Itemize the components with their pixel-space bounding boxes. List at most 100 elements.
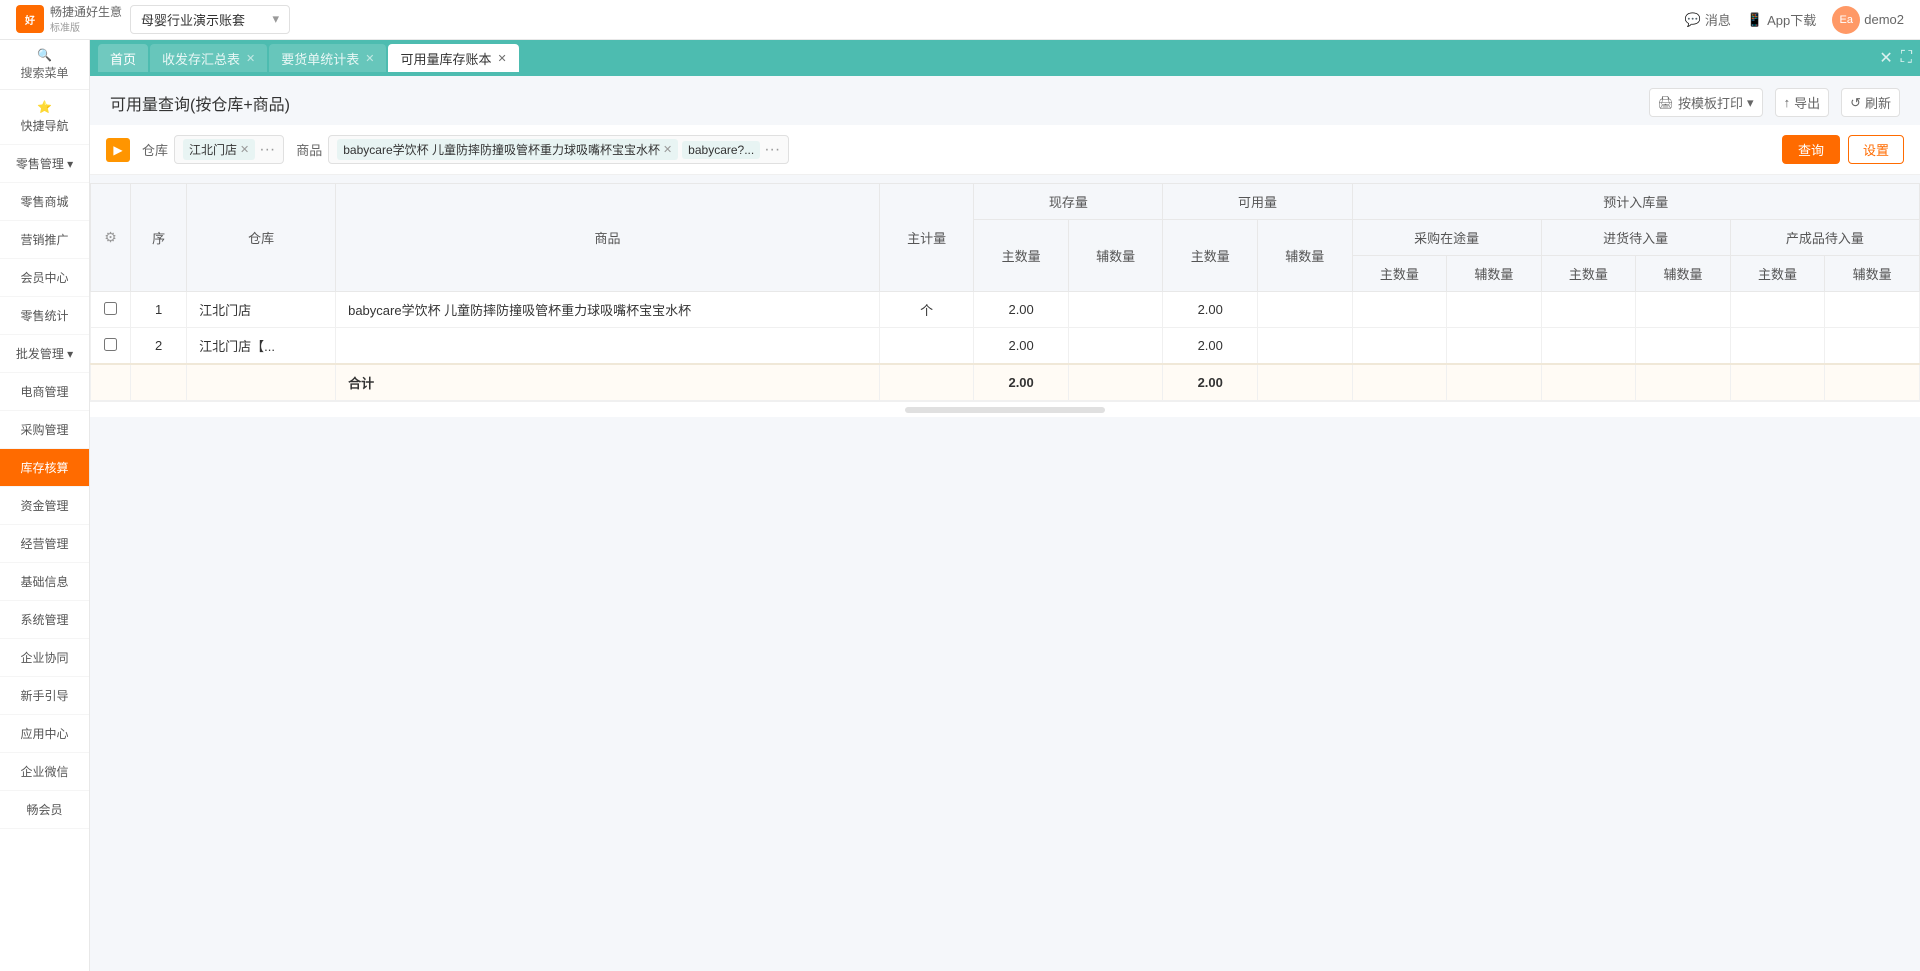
sidebar-item-inventory[interactable]: 库存核算 bbox=[0, 449, 89, 487]
sidebar-item-retail-stats[interactable]: 零售统计 bbox=[0, 297, 89, 335]
tab-bar: 首页 收发存汇总表 ✕ 要货单统计表 ✕ 可用量库存账本 ✕ ✕ ⛶ bbox=[90, 40, 1920, 76]
chevron-down-icon: ▾ bbox=[272, 11, 279, 27]
gear-icon[interactable]: ⚙ bbox=[104, 229, 117, 245]
tab-fullscreen-btn[interactable]: ⛶ bbox=[1901, 49, 1912, 67]
tab-home[interactable]: 首页 bbox=[98, 44, 148, 72]
export-label: 导出 bbox=[1794, 93, 1820, 112]
tab-bar-right: ✕ ⛶ bbox=[1879, 48, 1912, 68]
message-btn[interactable]: 💬 消息 bbox=[1685, 10, 1731, 29]
cell-purchase-transit-aux bbox=[1447, 328, 1542, 365]
sidebar-item-quick-nav[interactable]: ⭐ 快捷导航 bbox=[0, 90, 89, 145]
user-area[interactable]: Ea demo2 bbox=[1832, 6, 1904, 34]
basic-info-label: 基础信息 bbox=[20, 573, 68, 590]
summary-stock-main: 2.00 bbox=[974, 364, 1069, 401]
retail-mall-label: 零售商城 bbox=[20, 193, 68, 210]
cell-check[interactable] bbox=[91, 292, 131, 328]
user-name: demo2 bbox=[1864, 12, 1904, 27]
sidebar-item-system[interactable]: 系统管理 bbox=[0, 601, 89, 639]
refresh-label: 刷新 bbox=[1865, 93, 1891, 112]
row-checkbox[interactable] bbox=[104, 338, 117, 351]
industry-selector[interactable]: 母婴行业演示账套 ▾ bbox=[130, 5, 290, 34]
weixin-label: 企业微信 bbox=[20, 763, 68, 780]
wholesale-mgmt-label: 批发管理 ▾ bbox=[16, 345, 73, 362]
sidebar-item-weixin[interactable]: 企业微信 bbox=[0, 753, 89, 791]
query-button[interactable]: 查询 bbox=[1782, 135, 1840, 164]
row-checkbox[interactable] bbox=[104, 302, 117, 315]
sidebar-item-ecommerce[interactable]: 电商管理 bbox=[0, 373, 89, 411]
export-btn[interactable]: ↑ 导出 bbox=[1775, 88, 1830, 117]
logo-text-area: 畅捷通好生意 标准版 bbox=[50, 5, 122, 34]
cell-avail-main: 2.00 bbox=[1163, 292, 1258, 328]
th-available-group: 可用量 bbox=[1163, 184, 1352, 220]
content-area: 首页 收发存汇总表 ✕ 要货单统计表 ✕ 可用量库存账本 ✕ ✕ ⛶ bbox=[90, 40, 1920, 971]
sidebar-item-marketing[interactable]: 营销推广 bbox=[0, 221, 89, 259]
marketing-label: 营销推广 bbox=[20, 231, 68, 248]
tab-close-all-btn[interactable]: ✕ bbox=[1879, 48, 1892, 68]
th-purchase-transit-aux: 辅数量 bbox=[1447, 256, 1542, 292]
cell-purchase-transit-main bbox=[1352, 328, 1447, 365]
filter-warehouse-input[interactable]: 江北门店 ✕ ··· bbox=[174, 135, 284, 164]
enterprise-label: 企业协同 bbox=[20, 649, 68, 666]
sidebar-item-member[interactable]: 会员中心 bbox=[0, 259, 89, 297]
page-header: 可用量查询(按仓库+商品) 🖨 按模板打印 ▾ ↑ 导出 ↺ 刷新 bbox=[90, 76, 1920, 125]
sidebar-item-purchase[interactable]: 采购管理 bbox=[0, 411, 89, 449]
member2-label: 畅会员 bbox=[26, 801, 62, 818]
th-stock-aux: 辅数量 bbox=[1068, 220, 1163, 292]
filter-product-more[interactable]: ··· bbox=[764, 141, 780, 159]
search-icon: 🔍 bbox=[37, 48, 52, 62]
filter-product-tag-1: babycare学饮杯 儿童防摔防撞吸管杯重力球吸嘴杯宝宝水杯 ✕ bbox=[337, 139, 678, 160]
print-template-btn[interactable]: 🖨 按模板打印 ▾ bbox=[1649, 88, 1763, 117]
sidebar: 🔍 搜索菜单 ⭐ 快捷导航 零售管理 ▾ 零售商城 营销推广 会员中心 零售统计… bbox=[0, 40, 90, 971]
cell-stock-main: 2.00 bbox=[974, 328, 1069, 365]
filter-product-remove-1[interactable]: ✕ bbox=[663, 143, 672, 156]
logo-subtitle: 标准版 bbox=[50, 19, 122, 34]
sidebar-item-label: 快捷导航 bbox=[20, 117, 68, 134]
sidebar-item-wholesale-mgmt[interactable]: 批发管理 ▾ bbox=[0, 335, 89, 373]
tab-available-inventory[interactable]: 可用量库存账本 ✕ bbox=[388, 44, 518, 72]
filter-product-value-1: babycare学饮杯 儿童防摔防撞吸管杯重力球吸嘴杯宝宝水杯 bbox=[343, 141, 660, 158]
cell-product-main bbox=[1730, 292, 1825, 328]
logo-text: 畅捷通好生意 bbox=[50, 5, 122, 19]
refresh-btn[interactable]: ↺ 刷新 bbox=[1841, 88, 1900, 117]
filter-warehouse-field: 仓库 江北门店 ✕ ··· bbox=[142, 135, 284, 164]
quick-nav-icon: ⭐ bbox=[37, 100, 52, 114]
horizontal-scrollbar[interactable] bbox=[905, 407, 1105, 413]
filter-product-input[interactable]: babycare学饮杯 儿童防摔防撞吸管杯重力球吸嘴杯宝宝水杯 ✕ babyca… bbox=[328, 135, 789, 164]
sidebar-search[interactable]: 🔍 搜索菜单 bbox=[0, 40, 89, 90]
cell-check[interactable] bbox=[91, 328, 131, 365]
search-label: 搜索菜单 bbox=[20, 64, 68, 81]
sidebar-item-operations[interactable]: 经营管理 bbox=[0, 525, 89, 563]
filter-area: ▶ 仓库 江北门店 ✕ ··· 商品 babycare bbox=[90, 125, 1920, 175]
settings-button[interactable]: 设置 bbox=[1848, 135, 1904, 164]
guide-label: 新手引导 bbox=[20, 687, 68, 704]
sidebar-item-retail-mgmt[interactable]: 零售管理 ▾ bbox=[0, 145, 89, 183]
filter-warehouse-remove[interactable]: ✕ bbox=[240, 143, 249, 156]
th-num: 序 bbox=[131, 184, 187, 292]
tab-available-inventory-close[interactable]: ✕ bbox=[498, 52, 507, 65]
filter-warehouse-label: 仓库 bbox=[142, 140, 168, 159]
filter-toggle-btn[interactable]: ▶ bbox=[106, 138, 130, 162]
tab-receive-send-close[interactable]: ✕ bbox=[246, 52, 255, 65]
th-avail-main: 主数量 bbox=[1163, 220, 1258, 292]
tab-receive-send[interactable]: 收发存汇总表 ✕ bbox=[150, 44, 267, 72]
cell-num: 2 bbox=[131, 328, 187, 365]
sidebar-item-basic-info[interactable]: 基础信息 bbox=[0, 563, 89, 601]
tab-order-stats[interactable]: 要货单统计表 ✕ bbox=[269, 44, 386, 72]
filter-warehouse-more[interactable]: ··· bbox=[259, 141, 275, 159]
sidebar-item-enterprise[interactable]: 企业协同 bbox=[0, 639, 89, 677]
sidebar-item-app-center[interactable]: 应用中心 bbox=[0, 715, 89, 753]
cell-avail-aux bbox=[1258, 292, 1353, 328]
export-icon: ↑ bbox=[1784, 95, 1791, 110]
app-download-btn[interactable]: 📱 App下载 bbox=[1747, 10, 1816, 29]
th-incoming-main: 主数量 bbox=[1541, 256, 1636, 292]
avatar: Ea bbox=[1832, 6, 1860, 34]
th-incoming-aux: 辅数量 bbox=[1636, 256, 1731, 292]
sidebar-item-finance[interactable]: 资金管理 bbox=[0, 487, 89, 525]
sidebar-item-retail-mall[interactable]: 零售商城 bbox=[0, 183, 89, 221]
tab-order-stats-close[interactable]: ✕ bbox=[365, 52, 374, 65]
retail-mgmt-label: 零售管理 ▾ bbox=[16, 155, 73, 172]
sidebar-item-member2[interactable]: 畅会员 bbox=[0, 791, 89, 829]
th-product-aux: 辅数量 bbox=[1825, 256, 1920, 292]
sidebar-item-guide[interactable]: 新手引导 bbox=[0, 677, 89, 715]
filter-actions: 查询 设置 bbox=[1782, 135, 1904, 164]
